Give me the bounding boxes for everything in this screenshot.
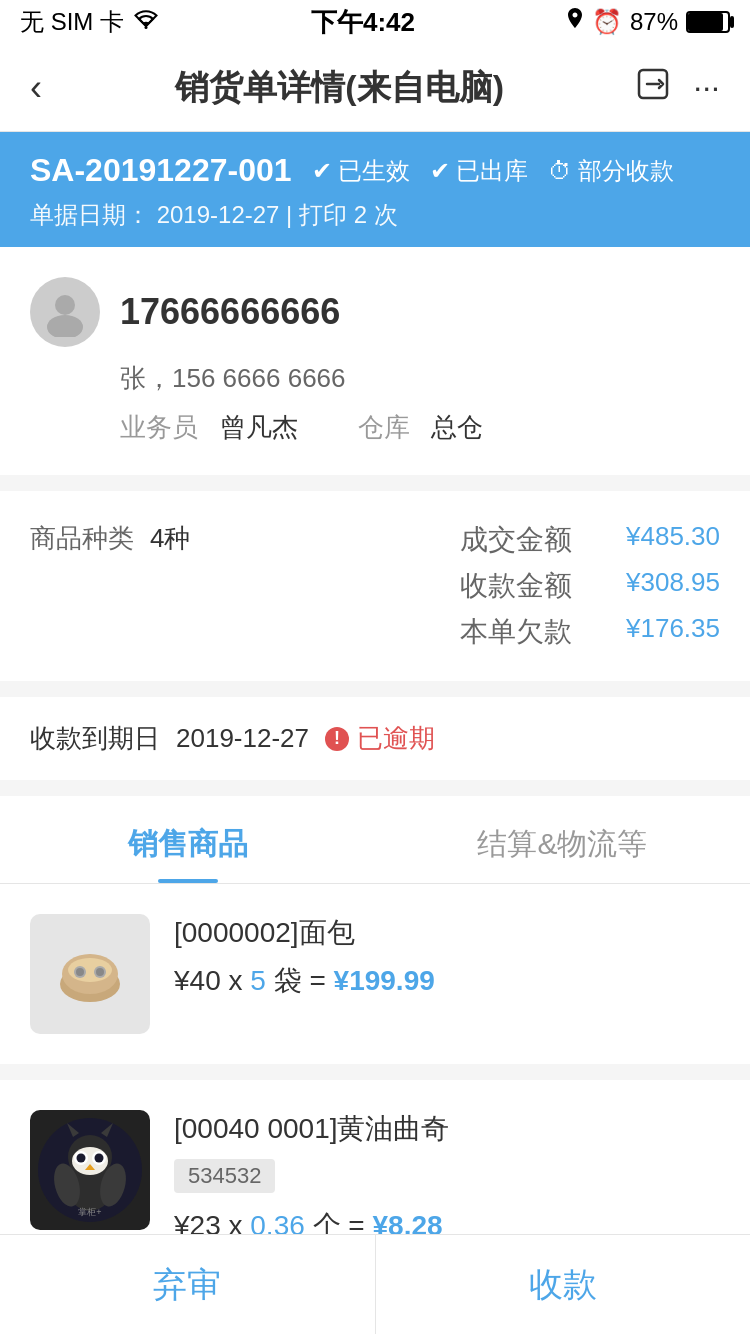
location-icon: [566, 8, 584, 36]
check-icon-2: ✔: [430, 157, 450, 185]
product-total: ¥199.99: [334, 965, 435, 996]
status-shipped: ✔ 已出库: [430, 155, 528, 187]
cancel-button[interactable]: 弃审: [0, 1235, 376, 1334]
svg-point-3: [47, 315, 83, 337]
svg-point-9: [76, 968, 84, 976]
status-time: 下午4:42: [311, 5, 415, 40]
page-title: 销货单详情(来自电脑): [175, 65, 504, 111]
status-partial-payment: ⏱ 部分收款: [548, 155, 674, 187]
overdue-icon: !: [325, 727, 349, 751]
summary-section: 商品种类 4种 成交金额 ¥485.30 收款金额 ¥308.95 本单欠款 ¥…: [0, 491, 750, 681]
product-sku: 534532: [174, 1159, 275, 1193]
customer-card: 17666666666 张，156 6666 6666 业务员 曾凡杰 仓库 总…: [0, 247, 750, 475]
customer-avatar: [30, 277, 100, 347]
due-date-section: 收款到期日 2019-12-27 ! 已逾期: [0, 697, 750, 780]
product-qty: 5: [250, 965, 266, 996]
svg-text:掌柜+: 掌柜+: [78, 1207, 101, 1217]
alarm-icon: ⏰: [592, 8, 622, 36]
sales-person-label: 业务员: [120, 412, 198, 442]
status-bar: 无 SIM 卡 下午4:42 ⏰ 87%: [0, 0, 750, 44]
more-button[interactable]: ···: [693, 69, 720, 106]
product-name: [0000002]面包: [174, 914, 720, 952]
order-date-row: 单据日期： 2019-12-27 | 打印 2 次: [30, 199, 720, 231]
transaction-amount-value: ¥485.30: [626, 521, 720, 559]
collected-amount-value: ¥308.95: [626, 567, 720, 605]
tab-products[interactable]: 销售商品: [0, 796, 375, 883]
header-banner: SA-20191227-001 ✔ 已生效 ✔ 已出库 ⏱ 部分收款 单据日期：…: [0, 132, 750, 247]
order-id: SA-20191227-001: [30, 152, 292, 189]
battery-icon: [686, 11, 730, 33]
svg-point-10: [96, 968, 104, 976]
nav-bar: ‹ 销货单详情(来自电脑) ···: [0, 44, 750, 132]
customer-name-phone: 张，156 6666 6666: [30, 361, 720, 396]
svg-point-0: [145, 26, 148, 29]
summary-right: 成交金额 ¥485.30 收款金额 ¥308.95 本单欠款 ¥176.35: [460, 521, 720, 651]
overdue-text: 已逾期: [357, 721, 435, 756]
tabs-section: 销售商品 结算&物流等: [0, 796, 750, 884]
product-thumb: 掌柜+: [30, 1110, 150, 1230]
clock-icon: ⏱: [548, 157, 572, 185]
status-right: ⏰ 87%: [566, 8, 730, 36]
check-icon-1: ✔: [312, 157, 332, 185]
balance-label: 本单欠款: [460, 613, 572, 651]
back-button[interactable]: ‹: [30, 67, 42, 109]
status-effective: ✔ 已生效: [312, 155, 410, 187]
overdue-badge: ! 已逾期: [325, 721, 435, 756]
order-id-row: SA-20191227-001 ✔ 已生效 ✔ 已出库 ⏱ 部分收款: [30, 152, 720, 189]
due-date-value: 2019-12-27: [176, 723, 309, 754]
carrier-label: 无 SIM 卡: [20, 6, 124, 38]
svg-point-2: [55, 295, 75, 315]
wifi-icon: [132, 8, 160, 36]
tab-settlement[interactable]: 结算&物流等: [375, 796, 750, 883]
collected-amount-label: 收款金额: [460, 567, 572, 605]
list-item: [0000002]面包 ¥40 x 5 袋 = ¥199.99: [0, 884, 750, 1064]
product-list: [0000002]面包 ¥40 x 5 袋 = ¥199.99: [0, 884, 750, 1275]
product-price: ¥40 x 5 袋 = ¥199.99: [174, 962, 720, 1000]
due-date-label: 收款到期日: [30, 721, 160, 756]
customer-phone: 17666666666: [120, 291, 340, 333]
battery-label: 87%: [630, 8, 678, 36]
product-info: [00040 0001]黄油曲奇 534532 ¥23 x 0.36 个 = ¥…: [174, 1110, 720, 1245]
customer-top: 17666666666: [30, 277, 720, 347]
nav-actions: ···: [637, 68, 720, 108]
balance-value: ¥176.35: [626, 613, 720, 651]
bottom-actions: 弃审 收款: [0, 1234, 750, 1334]
transaction-amount-label: 成交金额: [460, 521, 572, 559]
product-name: [00040 0001]黄油曲奇: [174, 1110, 720, 1148]
sales-person-value: 曾凡杰: [220, 412, 298, 442]
summary-left: 商品种类 4种: [30, 521, 190, 556]
status-left: 无 SIM 卡: [20, 6, 160, 38]
share-button[interactable]: [637, 68, 669, 108]
customer-meta: 业务员 曾凡杰 仓库 总仓: [30, 410, 720, 445]
warehouse-value: 总仓: [431, 412, 483, 442]
product-thumb: [30, 914, 150, 1034]
svg-point-19: [77, 1154, 86, 1163]
product-type-value: 4种: [150, 521, 190, 556]
product-type-label: 商品种类: [30, 521, 134, 556]
warehouse-label: 仓库: [358, 412, 410, 442]
product-info: [0000002]面包 ¥40 x 5 袋 = ¥199.99: [174, 914, 720, 1000]
svg-point-20: [95, 1154, 104, 1163]
confirm-button[interactable]: 收款: [376, 1235, 751, 1334]
